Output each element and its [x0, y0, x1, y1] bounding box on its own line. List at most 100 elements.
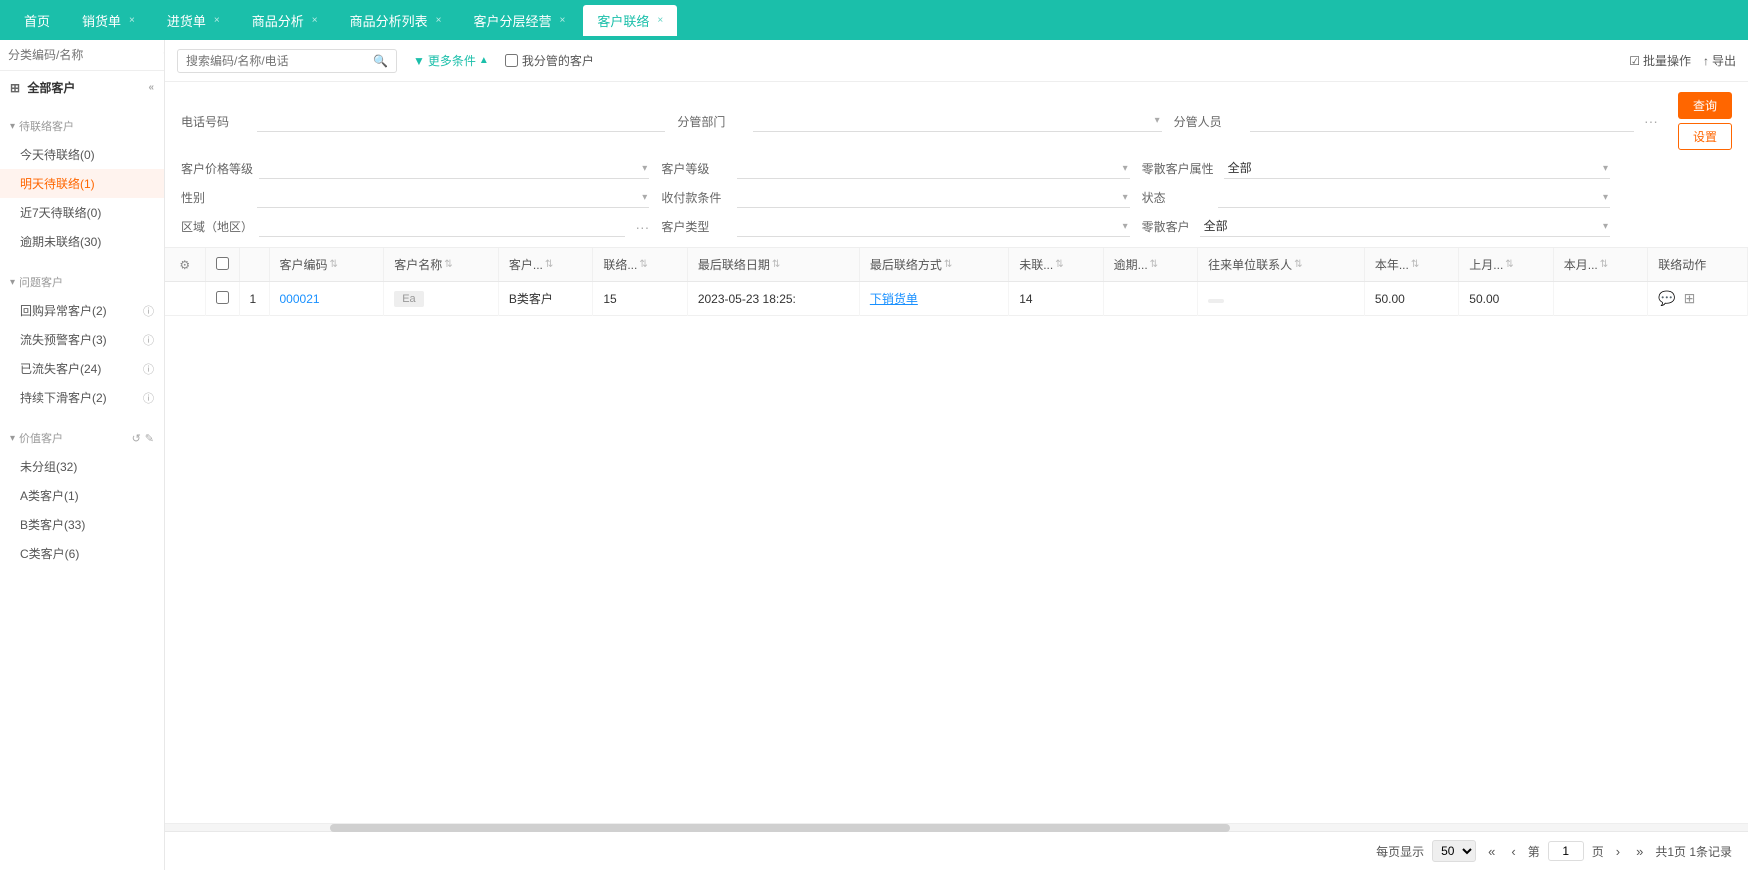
edit-icon[interactable]: ✎ — [145, 432, 154, 445]
search-input[interactable] — [186, 54, 369, 68]
col-code[interactable]: 客户编码 ⇅ — [269, 248, 384, 282]
col-last-month[interactable]: 上月... ⇅ — [1459, 248, 1553, 282]
col-checkbox[interactable] — [205, 248, 239, 282]
contact-action-icon[interactable]: 💬 — [1658, 290, 1675, 307]
gender-select[interactable] — [257, 187, 649, 207]
table-row: 1 000021 Ea B类客户 15 2023-05-23 18:25: 下销… — [165, 282, 1748, 316]
retail-customer-select-wrap[interactable]: 全部 ▾ — [1200, 216, 1610, 237]
close-analysis-list-icon[interactable]: × — [436, 15, 442, 26]
sidebar-item-repurchase-abnormal[interactable]: 回购异常客户(2) ⓘ — [0, 296, 164, 325]
retail-customer-select[interactable]: 全部 — [1200, 216, 1610, 236]
sidebar-item-b-class[interactable]: B类客户(33) — [0, 510, 164, 539]
nav-customer-contact[interactable]: 客户联络 × — [583, 5, 677, 36]
phone-input[interactable] — [257, 111, 665, 132]
col-name[interactable]: 客户名称 ⇅ — [384, 248, 499, 282]
my-customers-check[interactable] — [505, 54, 518, 67]
sidebar-item-a-class[interactable]: A类客户(1) — [0, 481, 164, 510]
dept-select[interactable] — [753, 111, 1161, 131]
sidebar-item-churned[interactable]: 已流失客户(24) ⓘ — [0, 354, 164, 383]
row-name: Ea — [384, 282, 499, 316]
manager-input[interactable] — [1250, 111, 1634, 132]
status-select-wrap[interactable]: ▾ — [1218, 187, 1610, 208]
region-input[interactable] — [259, 216, 625, 237]
sidebar-item-ungrouped[interactable]: 未分组(32) — [0, 452, 164, 481]
query-button[interactable]: 查询 — [1678, 92, 1732, 119]
nav-product-analysis-list[interactable]: 商品分析列表 × — [336, 5, 456, 36]
retail-attr-select[interactable]: 全部 — [1224, 158, 1610, 178]
col-settings[interactable]: ⚙ — [165, 248, 205, 282]
col-last-date[interactable]: 最后联络日期 ⇅ — [687, 248, 859, 282]
gender-select-wrap[interactable]: ▾ — [257, 187, 649, 208]
data-table: ⚙ 客户编码 ⇅ — [165, 248, 1748, 823]
dept-select-wrap[interactable]: ▾ — [753, 111, 1161, 132]
page-number-input[interactable] — [1548, 841, 1584, 861]
last-page-button[interactable]: » — [1632, 842, 1647, 861]
payment-select-wrap[interactable]: ▾ — [737, 187, 1129, 208]
settings-button[interactable]: 设置 — [1678, 123, 1732, 150]
col-overdue[interactable]: 逾期... ⇅ — [1103, 248, 1197, 282]
sidebar-item-churn-warning[interactable]: 流失预警客户(3) ⓘ — [0, 325, 164, 354]
close-segment-icon[interactable]: × — [559, 15, 565, 26]
export-button[interactable]: ↑ 导出 — [1703, 52, 1736, 69]
payment-select[interactable] — [737, 187, 1129, 207]
batch-operation-button[interactable]: ☑ 批量操作 — [1629, 52, 1691, 69]
status-select[interactable] — [1218, 187, 1610, 207]
sidebar-all-customers-header[interactable]: ⊞ 全部客户 « — [0, 71, 164, 104]
nav-home[interactable]: 首页 — [10, 5, 64, 36]
first-page-button[interactable]: « — [1484, 842, 1499, 861]
row-overdue — [1103, 282, 1197, 316]
col-no-contact[interactable]: 未联... ⇅ — [1009, 248, 1103, 282]
col-contact-person[interactable]: 往来单位联系人 ⇅ — [1198, 248, 1365, 282]
row-last-method[interactable]: 下销货单 — [859, 282, 1008, 316]
region-dots[interactable]: ··· — [635, 219, 649, 235]
col-type[interactable]: 客户... ⇅ — [498, 248, 592, 282]
search-icon[interactable]: 🔍 — [373, 54, 388, 68]
nav-sales[interactable]: 销货单 × — [68, 5, 149, 36]
customer-type-select[interactable] — [737, 216, 1129, 236]
close-contact-icon[interactable]: × — [657, 15, 663, 26]
select-all-checkbox[interactable] — [216, 257, 229, 270]
close-analysis-icon[interactable]: × — [312, 15, 318, 26]
sidebar-item-today-pending[interactable]: 今天待联络(0) — [0, 140, 164, 169]
row-code[interactable]: 000021 — [269, 282, 384, 316]
more-filter-button[interactable]: ▼ 更多条件 ▲ — [405, 48, 497, 73]
search-box[interactable]: 🔍 — [177, 49, 397, 73]
col-last-method[interactable]: 最后联络方式 ⇅ — [859, 248, 1008, 282]
row-check[interactable] — [216, 291, 229, 304]
customer-level-select-wrap[interactable]: ▾ — [737, 158, 1129, 179]
col-this-month[interactable]: 本月... ⇅ — [1553, 248, 1647, 282]
col-contacts[interactable]: 联络... ⇅ — [593, 248, 687, 282]
customer-type-select-wrap[interactable]: ▾ — [737, 216, 1129, 237]
collapse-icon[interactable]: « — [148, 82, 154, 93]
close-sales-icon[interactable]: × — [129, 15, 135, 26]
prev-page-button[interactable]: ‹ — [1507, 842, 1519, 861]
refresh-icon[interactable]: ↺ — [132, 432, 141, 445]
more-action-icon[interactable]: ⊞ — [1684, 290, 1696, 307]
price-level-select[interactable] — [259, 158, 649, 178]
sidebar-item-tomorrow-pending[interactable]: 明天待联络(1) — [0, 169, 164, 198]
sidebar-search-input[interactable] — [8, 48, 163, 62]
scrollbar-thumb[interactable] — [330, 824, 1230, 832]
close-purchase-icon[interactable]: × — [214, 15, 220, 26]
sidebar-search-box[interactable]: 🔍 — [0, 40, 164, 71]
row-actions: 💬 ⊞ — [1648, 282, 1748, 316]
manager-dots[interactable]: ··· — [1644, 113, 1658, 129]
sidebar-item-overdue-pending[interactable]: 逾期未联络(30) — [0, 227, 164, 256]
next-page-button[interactable]: › — [1612, 842, 1624, 861]
horizontal-scrollbar[interactable] — [165, 823, 1748, 831]
sidebar-item-declining[interactable]: 持续下滑客户(2) ⓘ — [0, 383, 164, 412]
sidebar-item-7day-pending[interactable]: 近7天待联络(0) — [0, 198, 164, 227]
row-checkbox[interactable] — [205, 282, 239, 316]
retail-attr-select-wrap[interactable]: 全部 ▾ — [1224, 158, 1610, 179]
last-method-link[interactable]: 下销货单 — [870, 292, 918, 306]
my-customers-checkbox[interactable]: 我分管的客户 — [505, 52, 594, 69]
nav-purchase[interactable]: 进货单 × — [153, 5, 234, 36]
col-this-year[interactable]: 本年... ⇅ — [1364, 248, 1458, 282]
sort-code-icon: ⇅ — [330, 259, 338, 270]
customer-level-select[interactable] — [737, 158, 1129, 178]
sidebar-item-c-class[interactable]: C类客户(6) — [0, 539, 164, 568]
per-page-select[interactable]: 50 — [1432, 840, 1476, 862]
nav-product-analysis[interactable]: 商品分析 × — [238, 5, 332, 36]
price-level-select-wrap[interactable]: ▾ — [259, 158, 649, 179]
nav-customer-segment[interactable]: 客户分层经营 × — [459, 5, 579, 36]
